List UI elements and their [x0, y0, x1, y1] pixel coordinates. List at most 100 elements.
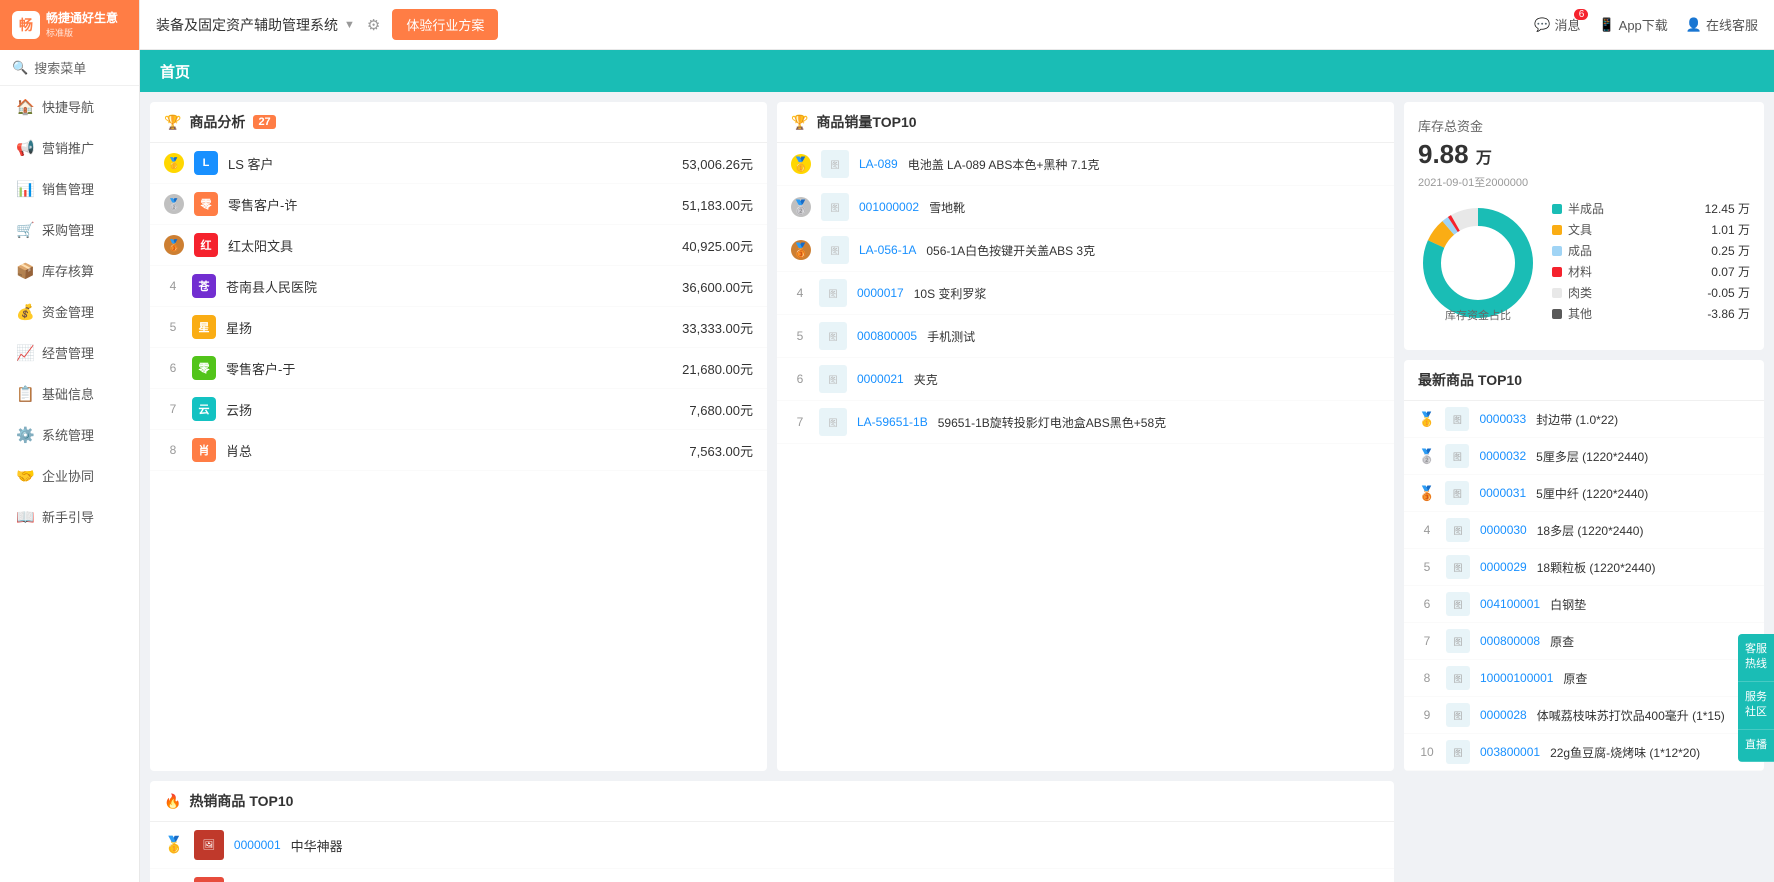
customer-name: 苍南县人民医院	[226, 277, 672, 296]
product-sales-header: 🏆 商品销量TOP10	[777, 102, 1394, 143]
customer-list-item: 🥇 L LS 客户 53,006.26元	[150, 143, 767, 184]
rank-number: 8	[164, 443, 182, 457]
product-sales-item: 🥉 图 LA-056-1A 056-1A白色按键开关盖ABS 3克	[777, 229, 1394, 272]
nav-icon-2: 📊	[16, 180, 34, 198]
np-name: 原查	[1563, 670, 1750, 687]
float-btn-1[interactable]: 服务 社区	[1738, 682, 1774, 730]
page-title: 首页	[160, 61, 190, 82]
legend-item: 肉类 -0.05 万	[1552, 284, 1750, 301]
customer-list-item: 🥈 零 零售客户-许 51,183.00元	[150, 184, 767, 225]
legend-item: 文具 1.01 万	[1552, 221, 1750, 238]
page-content: 首页 🏆 商品分析 27 🥇 L LS 客户 53,006.26元 🥈 零 零售…	[140, 50, 1774, 882]
sidebar-item-purchase[interactable]: 🛒 采购管理	[0, 209, 139, 250]
product-sales-item: 🥈 图 001000002 雪地靴	[777, 186, 1394, 229]
system-title-area: 装备及固定资产辅助管理系统 ▼	[156, 15, 355, 35]
rank-number: 4	[791, 286, 809, 300]
rank-badge: 🥈	[164, 194, 184, 214]
product-img: 图	[819, 365, 847, 393]
product-sales-list: 🥇 图 LA-089 电池盖 LA-089 ABS本色+黑种 7.1克 🥈 图 …	[777, 143, 1394, 444]
donut-svg	[1418, 203, 1538, 323]
sidebar-label-6: 经营管理	[42, 343, 94, 362]
customer-name: 云扬	[226, 400, 679, 419]
product-img: 图	[819, 322, 847, 350]
inventory-title: 库存总资金	[1418, 116, 1750, 135]
sidebar-item-nav[interactable]: 🏠 快捷导航	[0, 86, 139, 127]
np-name: 5厘多层 (1220*2440)	[1536, 448, 1750, 465]
sidebar-item-collab[interactable]: 🤝 企业协同	[0, 455, 139, 496]
sidebar-label-5: 资金管理	[42, 302, 94, 321]
rank-number: 4	[1418, 523, 1436, 537]
customer-card-badge: 27	[253, 115, 275, 129]
logo-icon: 畅	[12, 11, 40, 39]
customer-list-item: 5 星 星扬 33,333.00元	[150, 307, 767, 348]
product-code: 001000002	[859, 200, 919, 214]
main-area: 装备及固定资产辅助管理系统 ▼ ⚙ 体验行业方案 💬 消息 6 📱 App下载 …	[140, 0, 1774, 882]
newest-title: 最新商品 TOP10	[1418, 370, 1522, 390]
sidebar: 畅 畅捷通好生意 标准版 🔍 搜索菜单 🏠 快捷导航 📢 营销推广 📊 销售管理…	[0, 0, 140, 882]
customer-amount: 40,925.00元	[682, 236, 753, 255]
nav-icon-6: 📈	[16, 344, 34, 362]
legend-color	[1552, 225, 1562, 235]
trial-button[interactable]: 体验行业方案	[392, 9, 498, 40]
message-icon: 💬	[1534, 17, 1550, 33]
sidebar-label-2: 销售管理	[42, 179, 94, 198]
rank-number: 7	[164, 402, 182, 416]
newest-product-item: 🥇 图 0000033 封边带 (1.0*22)	[1404, 401, 1764, 438]
customer-amount: 7,680.00元	[689, 400, 753, 419]
app-download-btn[interactable]: 📱 App下载	[1598, 15, 1667, 34]
product-name: 59651-1B旋转投影灯电池盒ABS黑色+58克	[938, 414, 1380, 431]
customer-card-title: 商品分析	[189, 112, 245, 132]
sidebar-item-marketing[interactable]: 📢 营销推广	[0, 127, 139, 168]
np-code: 0000030	[1480, 523, 1527, 537]
float-btn-0[interactable]: 客服 热线	[1738, 634, 1774, 682]
inventory-card: 库存总资金 9.88 万 2021-09-01至2000000	[1404, 102, 1764, 350]
mobile-icon: 📱	[1598, 17, 1614, 33]
sidebar-item-guide[interactable]: 📖 新手引导	[0, 496, 139, 537]
sidebar-item-finance[interactable]: 💰 资金管理	[0, 291, 139, 332]
online-service-btn[interactable]: 👤 在线客服	[1686, 15, 1758, 34]
hot-product-item: 🥇 🖼 0000001 中华神器	[150, 822, 1394, 869]
np-name: 白钢垫	[1550, 596, 1750, 613]
rank-number: 6	[164, 361, 182, 375]
logo-text: 畅捷通好生意	[46, 11, 118, 27]
newest-product-item: 5 图 0000029 18颗粒板 (1220*2440)	[1404, 549, 1764, 586]
customer-amount: 21,680.00元	[682, 359, 753, 378]
sidebar-item-sales[interactable]: 📊 销售管理	[0, 168, 139, 209]
product-code: 0000021	[857, 372, 904, 386]
product-img: 图	[819, 279, 847, 307]
customer-avatar: 云	[192, 397, 216, 421]
dropdown-icon[interactable]: ▼	[344, 19, 355, 31]
donut-label: 库存资金占比	[1418, 307, 1538, 323]
inventory-amount-row: 9.88 万	[1418, 139, 1750, 170]
nav-icon-3: 🛒	[16, 221, 34, 239]
rank-number: 5	[164, 320, 182, 334]
rank-badge: 🥉	[164, 235, 184, 255]
legend-name: 文具	[1568, 221, 1705, 238]
product-code: LA-59651-1B	[857, 415, 928, 429]
sidebar-item-inventory[interactable]: 📦 库存核算	[0, 250, 139, 291]
hot-title: 热销商品 TOP10	[189, 791, 293, 811]
np-code: 000800008	[1480, 634, 1540, 648]
legend-value: 0.07 万	[1711, 263, 1750, 280]
product-img: 图	[821, 193, 849, 221]
nav-icon-7: 📋	[16, 385, 34, 403]
np-img: 图	[1446, 703, 1470, 727]
product-sales-item: 7 图 LA-59651-1B 59651-1B旋转投影灯电池盒ABS黑色+58…	[777, 401, 1394, 444]
customer-avatar: 苍	[192, 274, 216, 298]
search-label: 搜索菜单	[34, 58, 86, 77]
settings-icon[interactable]: ⚙	[367, 16, 380, 34]
topbar: 装备及固定资产辅助管理系统 ▼ ⚙ 体验行业方案 💬 消息 6 📱 App下载 …	[140, 0, 1774, 50]
sidebar-item-system[interactable]: ⚙️ 系统管理	[0, 414, 139, 455]
sidebar-item-basic[interactable]: 📋 基础信息	[0, 373, 139, 414]
legend-name: 半成品	[1568, 200, 1699, 217]
sidebar-item-operation[interactable]: 📈 经营管理	[0, 332, 139, 373]
float-btn-2[interactable]: 直播	[1738, 730, 1774, 762]
np-name: 原查	[1550, 633, 1750, 650]
search-menu[interactable]: 🔍 搜索菜单	[0, 50, 139, 86]
hot-code: 0000001	[234, 838, 281, 852]
message-btn[interactable]: 💬 消息 6	[1534, 15, 1580, 34]
rank-number: 9	[1418, 708, 1436, 722]
product-code: 0000017	[857, 286, 904, 300]
customer-list-item: 7 云 云扬 7,680.00元	[150, 389, 767, 430]
customer-name: 零售客户-于	[226, 359, 672, 378]
